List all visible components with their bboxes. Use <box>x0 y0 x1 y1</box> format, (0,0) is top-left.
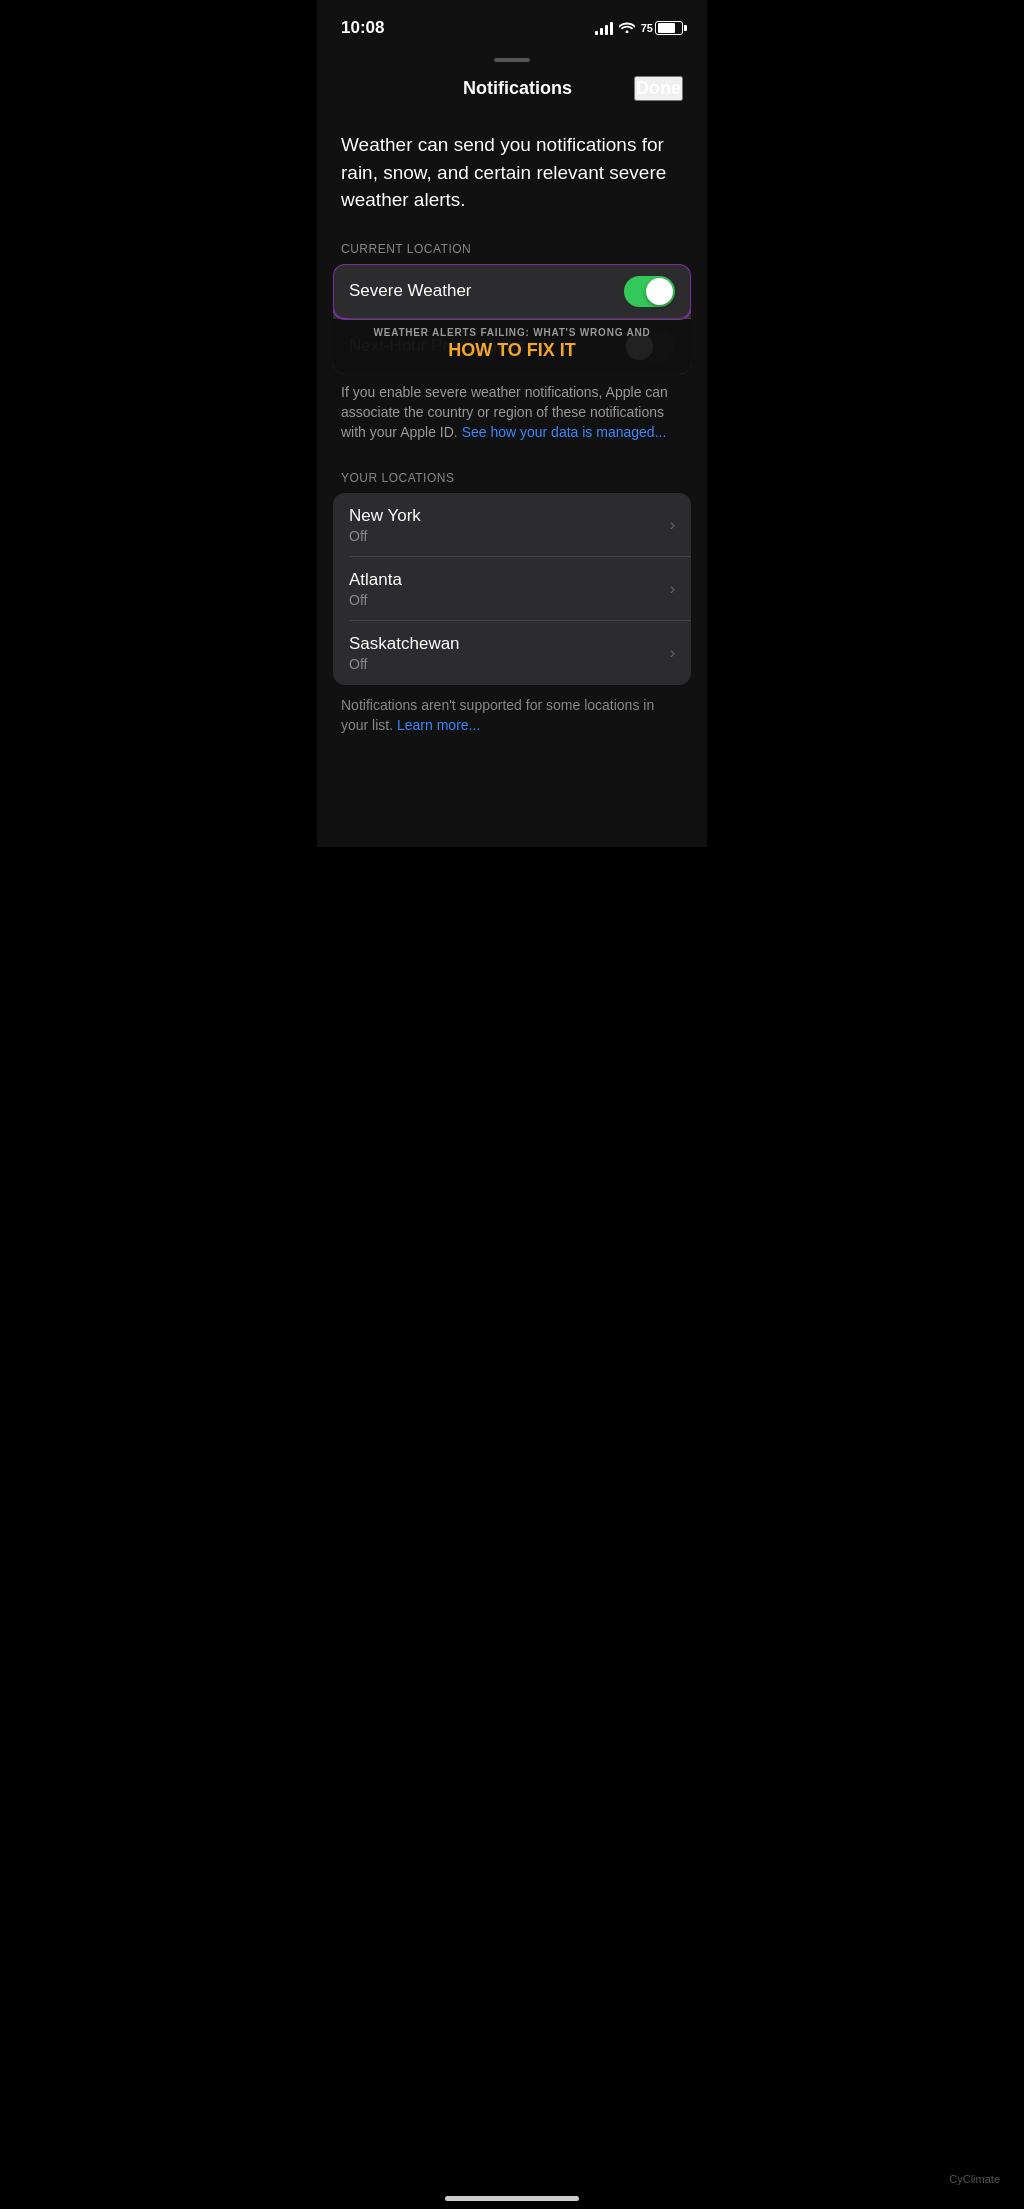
sheet-handle <box>494 58 530 62</box>
atlanta-name: Atlanta <box>349 570 402 590</box>
privacy-note: If you enable severe weather notificatio… <box>317 374 707 443</box>
new-york-name: New York <box>349 506 421 526</box>
banner-overlay: WEATHER ALERTS FAILING: WHAT'S WRONG AND… <box>333 319 691 374</box>
battery-indicator: 75 <box>641 21 683 35</box>
your-locations-section: YOUR LOCATIONS New York Off › Atlanta Of… <box>317 471 707 736</box>
signal-bars-icon <box>595 21 613 35</box>
privacy-link[interactable]: See how your data is managed... <box>462 424 667 440</box>
locations-note-text: Notifications aren't supported for some … <box>341 697 654 733</box>
location-row-saskatchewan[interactable]: Saskatchewan Off › <box>333 621 691 685</box>
new-york-info: New York Off <box>349 506 421 544</box>
status-bar: 10:08 75 <box>317 0 707 50</box>
current-location-header: CURRENT LOCATION <box>317 242 707 264</box>
saskatchewan-name: Saskatchewan <box>349 634 460 654</box>
your-locations-header: YOUR LOCATIONS <box>317 471 707 493</box>
current-location-section: CURRENT LOCATION Severe Weather Next-Hou… <box>317 242 707 374</box>
atlanta-info: Atlanta Off <box>349 570 402 608</box>
severe-weather-label: Severe Weather <box>349 281 472 301</box>
wifi-icon <box>619 21 635 36</box>
new-york-chevron-icon: › <box>670 516 675 534</box>
saskatchewan-info: Saskatchewan Off <box>349 634 460 672</box>
nav-bar: Notifications Done <box>317 66 707 111</box>
new-york-status: Off <box>349 528 421 544</box>
locations-note: Notifications aren't supported for some … <box>317 685 707 736</box>
location-row-new-york[interactable]: New York Off › <box>333 493 691 557</box>
page-title: Notifications <box>401 78 634 99</box>
current-location-group: Severe Weather Next-Hour Precipitation W… <box>333 264 691 374</box>
atlanta-status: Off <box>349 592 402 608</box>
saskatchewan-status: Off <box>349 656 460 672</box>
page-wrapper: 10:08 75 <box>317 0 707 847</box>
learn-more-link[interactable]: Learn more... <box>397 717 480 733</box>
done-button[interactable]: Done <box>634 76 683 101</box>
location-row-atlanta[interactable]: Atlanta Off › <box>333 557 691 621</box>
status-time: 10:08 <box>341 18 384 38</box>
description-text: Weather can send you notifications for r… <box>317 111 707 242</box>
battery-text: 75 <box>641 22 653 34</box>
banner-main-text: HOW TO FIX IT <box>448 340 576 361</box>
severe-weather-row: Severe Weather <box>333 264 691 319</box>
locations-group: New York Off › Atlanta Off › Saskatchewa… <box>333 493 691 685</box>
severe-weather-toggle[interactable] <box>624 276 675 307</box>
battery-icon <box>655 21 683 35</box>
atlanta-chevron-icon: › <box>670 580 675 598</box>
sheet-handle-container <box>317 50 707 66</box>
banner-top-text: WEATHER ALERTS FAILING: WHAT'S WRONG AND <box>373 327 650 338</box>
saskatchewan-chevron-icon: › <box>670 644 675 662</box>
next-hour-row-wrapper: Next-Hour Precipitation WEATHER ALERTS F… <box>333 319 691 374</box>
status-icons: 75 <box>595 21 683 36</box>
